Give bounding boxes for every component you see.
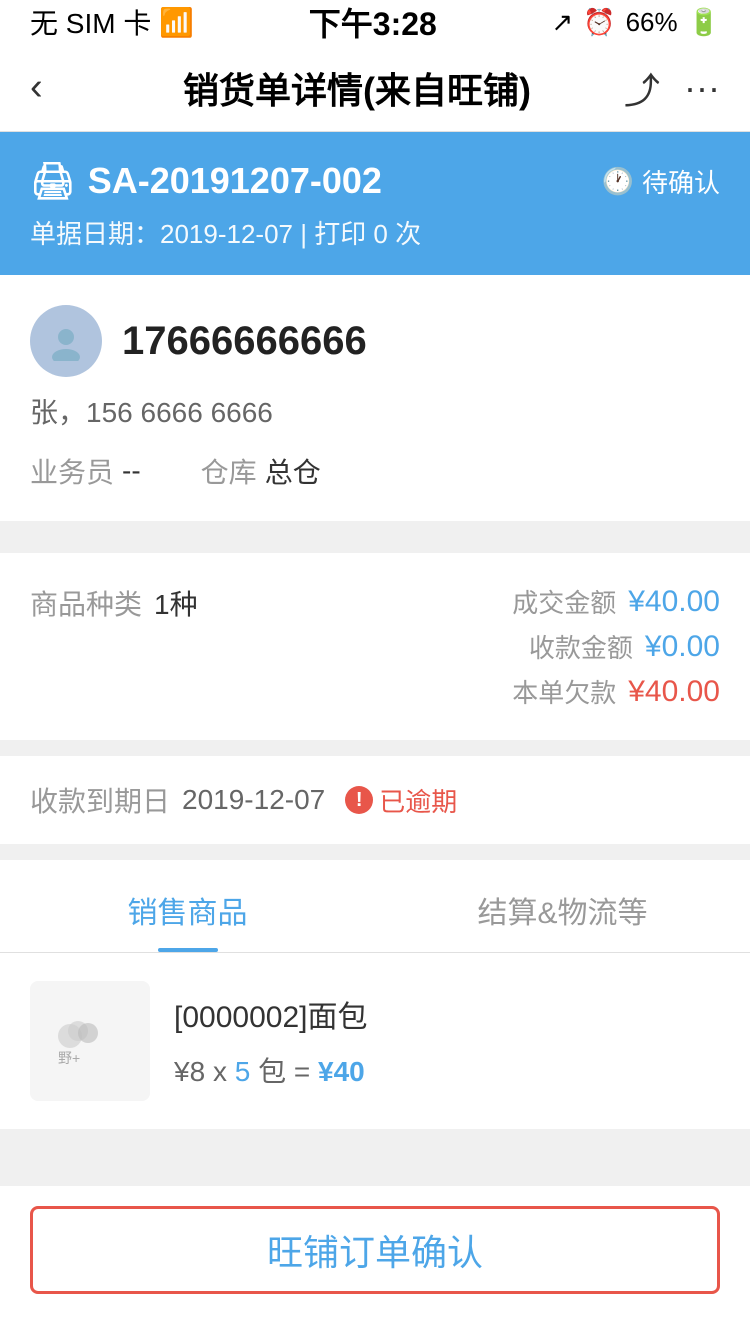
nav-actions: ⤴ ··· [624, 62, 720, 114]
nav-bar: ‹ 销货单详情(来自旺铺) ⤴ ··· [0, 44, 750, 132]
overdue-text: 已逾期 [379, 782, 457, 819]
svg-text:野+: 野+ [58, 1050, 80, 1066]
wifi-icon: 📶 [159, 6, 194, 39]
order-header: 🖨 SA-20191207-002 🕐 待确认 单据日期：2019-12-07 … [0, 132, 750, 275]
deal-amount-label: 成交金额 [512, 583, 616, 620]
summary-row: 商品种类 1种 成交金额 ¥40.00 收款金额 ¥0.00 本单欠款 ¥40.… [30, 583, 720, 710]
tab-settlement[interactable]: 结算&物流等 [375, 860, 750, 952]
goods-type-label: 商品种类 [30, 583, 142, 623]
payment-amount-row: 收款金额 ¥0.00 [529, 628, 720, 665]
order-id-icon: 🖨 [30, 160, 76, 202]
overdue-icon: ! [345, 786, 373, 814]
divider-3 [0, 844, 750, 860]
debt-value: ¥40.00 [628, 675, 720, 709]
status-text: 待确认 [642, 163, 720, 200]
tabs-bar: 销售商品 结算&物流等 [0, 860, 750, 953]
order-header-top: 🖨 SA-20191207-002 🕐 待确认 [30, 160, 720, 202]
customer-avatar [30, 305, 102, 377]
battery-icon: 🔋 [688, 7, 720, 38]
salesperson-label: 业务员 [30, 451, 114, 491]
overdue-badge: ! 已逾期 [345, 782, 457, 819]
divider-1 [0, 537, 750, 553]
location-icon: ↗ [551, 7, 573, 38]
page-title: 销货单详情(来自旺铺) [183, 62, 531, 114]
customer-meta: 业务员 -- 仓库 总仓 [30, 451, 720, 491]
deal-amount-value: ¥40.00 [628, 585, 720, 619]
warehouse-label: 仓库 [201, 451, 257, 491]
status-bar: 无 SIM 卡 📶 下午3:28 ↗ ⏰ 66% 🔋 [0, 0, 750, 44]
status-right: ↗ ⏰ 66% 🔋 [551, 7, 720, 38]
payment-label: 收款金额 [529, 628, 633, 665]
order-id: 🖨 SA-20191207-002 [30, 160, 382, 202]
alarm-icon: ⏰ [583, 7, 615, 38]
status-left: 无 SIM 卡 📶 [30, 2, 194, 42]
battery-text: 66% [626, 7, 678, 38]
divider-2 [0, 740, 750, 756]
due-date-card: 收款到期日 2019-12-07 ! 已逾期 [0, 756, 750, 844]
product-list: 野+ [0000002]面包 ¥8 x 5 包 = ¥40 [0, 953, 750, 1130]
product-price: ¥8 [174, 1056, 205, 1087]
share-button[interactable]: ⤴ [624, 62, 660, 114]
confirm-button[interactable]: 旺铺订单确认 [30, 1206, 720, 1294]
customer-card: 17666666666 张，156 6666 6666 业务员 -- 仓库 总仓 [0, 275, 750, 521]
tab-products[interactable]: 销售商品 [0, 860, 375, 952]
product-equals: = [294, 1056, 318, 1087]
back-button[interactable]: ‹ [30, 66, 90, 109]
customer-phone: 17666666666 [122, 319, 367, 364]
debt-amount-row: 本单欠款 ¥40.00 [512, 673, 720, 710]
product-total: ¥40 [318, 1056, 365, 1087]
due-date-value: 2019-12-07 [182, 784, 325, 816]
warehouse-value: 总仓 [265, 451, 321, 491]
deal-amount-row: 成交金额 ¥40.00 [512, 583, 720, 620]
order-status: 🕐 待确认 [602, 163, 720, 200]
goods-type-section: 商品种类 1种 [30, 583, 198, 623]
product-multiply: x [213, 1056, 235, 1087]
goods-type-value: 1种 [154, 583, 198, 623]
due-date-label: 收款到期日 [30, 780, 170, 820]
status-clock-icon: 🕐 [602, 166, 634, 197]
amounts-section: 成交金额 ¥40.00 收款金额 ¥0.00 本单欠款 ¥40.00 [512, 583, 720, 710]
product-info: [0000002]面包 ¥8 x 5 包 = ¥40 [174, 992, 720, 1090]
product-qty: 5 [235, 1056, 251, 1087]
order-date: 单据日期：2019-12-07 | 打印 0 次 [30, 214, 720, 251]
summary-card: 商品种类 1种 成交金额 ¥40.00 收款金额 ¥0.00 本单欠款 ¥40.… [0, 553, 750, 740]
salesperson-meta: 业务员 -- [30, 451, 141, 491]
product-thumbnail: 野+ [30, 981, 150, 1101]
bottom-bar: 旺铺订单确认 [0, 1186, 750, 1334]
salesperson-value: -- [122, 455, 141, 487]
product-price-row: ¥8 x 5 包 = ¥40 [174, 1050, 720, 1090]
order-id-text: SA-20191207-002 [88, 160, 382, 202]
payment-value: ¥0.00 [645, 630, 720, 664]
more-button[interactable]: ··· [684, 67, 720, 109]
product-item: 野+ [0000002]面包 ¥8 x 5 包 = ¥40 [0, 953, 750, 1130]
product-name: [0000002]面包 [174, 992, 720, 1036]
customer-name: 张，156 6666 6666 [30, 391, 720, 431]
time-display: 下午3:28 [309, 0, 437, 45]
warehouse-meta: 仓库 总仓 [201, 451, 321, 491]
customer-header: 17666666666 [30, 305, 720, 377]
carrier-text: 无 SIM 卡 [30, 2, 151, 42]
product-unit: 包 [258, 1056, 286, 1087]
debt-label: 本单欠款 [512, 673, 616, 710]
